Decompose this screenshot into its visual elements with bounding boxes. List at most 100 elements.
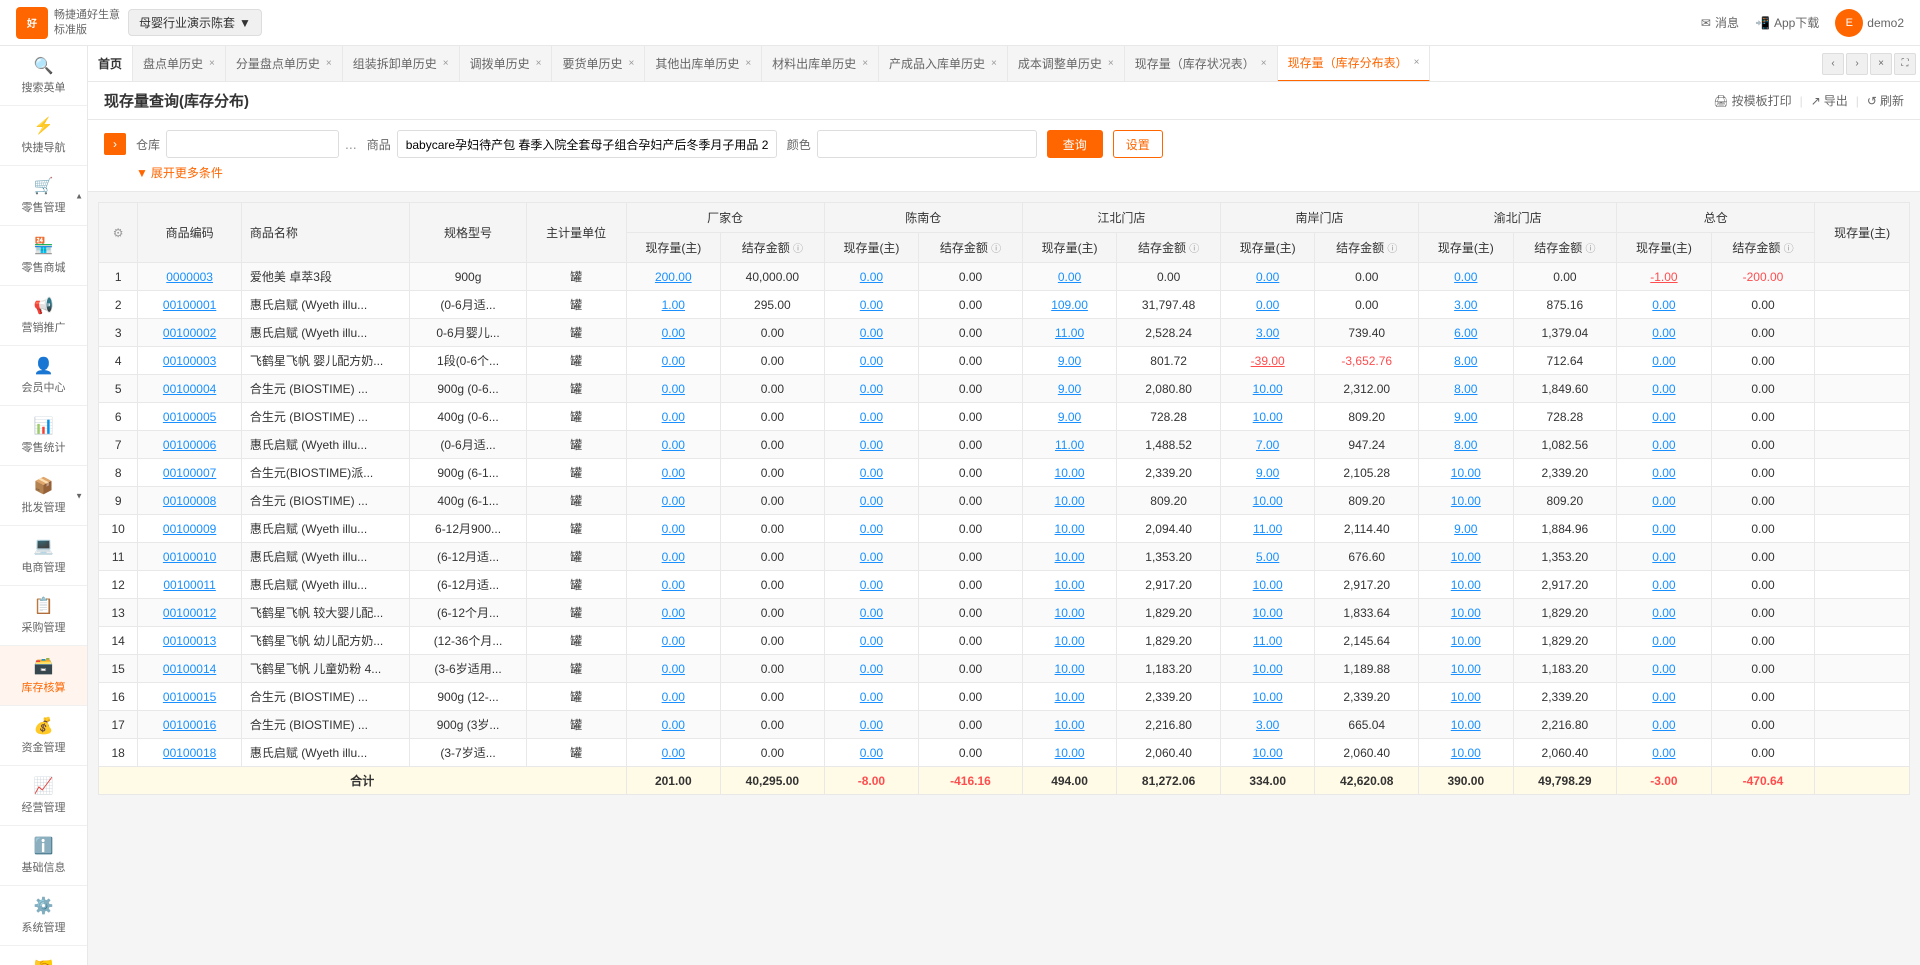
tab-cost-adjust[interactable]: 成本调整单历史 × [1008,46,1125,82]
sidebar-item-operations[interactable]: 📈 经营管理 [0,766,87,826]
refresh-btn[interactable]: ↺ 刷新 [1867,92,1904,109]
tab-close-icon[interactable]: × [326,58,332,69]
tab-close-all-btn[interactable]: × [1870,53,1892,75]
info-circle-icon[interactable]: ⓘ [793,244,803,255]
tab-close-icon[interactable]: × [991,58,997,69]
tab-transfer[interactable]: 调拨单历史 × [460,46,553,82]
cell-chennan-qty: 0.00 [824,347,919,375]
sidebar-item-collab[interactable]: 🤝 企业协同 [0,946,87,965]
tab-close-icon[interactable]: × [1414,57,1420,68]
sidebar-item-finance[interactable]: 💰 资金管理 [0,706,87,766]
sidebar-item-system[interactable]: ⚙️ 系统管理 [0,886,87,946]
cell-factory-amt: 295.00 [721,291,825,319]
sidebar-item-ecommerce[interactable]: 💻 电商管理 [0,526,87,586]
product-input[interactable] [397,130,777,158]
cell-num: 16 [99,683,138,711]
search-button[interactable]: 查询 [1047,130,1103,158]
cell-jiangbei-qty: 109.00 [1022,291,1117,319]
cell-name: 惠氏启赋 (Wyeth illu... [241,291,409,319]
cell-name: 飞鹤星飞帆 婴儿配方奶... [241,347,409,375]
sidebar-item-purchase[interactable]: 📋 采购管理 [0,586,87,646]
sub-header-chennan-amt: 结存金额 ⓘ [919,233,1023,263]
cell-chennan-qty: 0.00 [824,431,919,459]
sidebar-item-wholesale[interactable]: 📦 批发管理 ▼ [0,466,87,526]
cell-spec: (6-12个月... [410,599,527,627]
tab-close-icon[interactable]: × [1108,58,1114,69]
sidebar-item-inventory[interactable]: 🗃️ 库存核算 [0,646,87,706]
tab-stock-status[interactable]: 现存量（库存状况表） × [1125,46,1278,82]
sidebar-item-quicknav[interactable]: ⚡ 快捷导航 [0,106,87,166]
sidebar-item-mall[interactable]: 🏪 零售商城 [0,226,87,286]
cell-jiangbei-qty: 10.00 [1022,487,1117,515]
tab-close-icon[interactable]: × [209,58,215,69]
message-btn[interactable]: ✉ 消息 [1701,14,1739,31]
cell-chennan-qty: 0.00 [824,375,919,403]
cell-unit: 罐 [526,263,626,291]
tab-stock-distribution[interactable]: 现存量（库存分布表） × [1278,46,1431,82]
system-selector[interactable]: 母婴行业演示陈套 ▼ [128,9,262,36]
tab-partial-stocktake[interactable]: 分量盘点单历史 × [226,46,343,82]
sidebar-item-retail-mgmt[interactable]: 🛒 零售管理 ▲ [0,166,87,226]
summary-total-amt: -470.64 [1711,767,1815,795]
tab-outbound[interactable]: 其他出库单历史 × [645,46,762,82]
tab-assembly[interactable]: 组装拆卸单历史 × [343,46,460,82]
cell-total-amt: 0.00 [1711,599,1815,627]
tab-close-icon[interactable]: × [628,58,634,69]
cell-factory-qty: 0.00 [626,571,721,599]
tab-product-inbound[interactable]: 产成品入库单历史 × [879,46,1008,82]
tab-close-icon[interactable]: × [745,58,751,69]
tab-close-icon[interactable]: × [1261,58,1267,69]
table-scroll[interactable]: ⚙ 商品编码 商品名称 规格型号 主计量单位 厂家仓 陈南仓 江北门店 南岸门店… [98,202,1910,795]
tab-stocktake-history[interactable]: 盘点单历史 × [133,46,226,82]
info-circle-icon[interactable]: ⓘ [1784,244,1794,255]
tab-requisition[interactable]: 要货单历史 × [552,46,645,82]
info-circle-icon[interactable]: ⓘ [991,244,1001,255]
logo-text: 畅捷通好生意 标准版 [54,8,120,37]
col-header-jiangbei: 江北门店 [1022,203,1220,233]
tab-home[interactable]: 首页 [88,46,133,82]
info-icon: ℹ️ [34,836,54,856]
tab-material-outbound[interactable]: 材料出库单历史 × [762,46,879,82]
cell-chennan-amt: 0.00 [919,319,1023,347]
user-menu[interactable]: E demo2 [1835,9,1904,37]
sidebar-item-search[interactable]: 🔍 搜索英单 [0,46,87,106]
cell-unit: 罐 [526,683,626,711]
tab-close-icon[interactable]: × [443,58,449,69]
cell-name: 惠氏启赋 (Wyeth illu... [241,319,409,347]
cell-chennan-qty: 0.00 [824,627,919,655]
sidebar-item-retail-stats[interactable]: 📊 零售统计 [0,406,87,466]
cell-num: 9 [99,487,138,515]
warehouse-input[interactable] [166,130,339,158]
expand-more-btn[interactable]: ▼ 展开更多条件 [136,164,1904,181]
setting-button[interactable]: 设置 [1113,130,1163,158]
settings-icon[interactable]: ⚙ [113,226,124,240]
tab-prev-btn[interactable]: ‹ [1822,53,1844,75]
sidebar-item-marketing[interactable]: 📢 营销推广 [0,286,87,346]
sidebar-item-basic-info[interactable]: ℹ️ 基础信息 [0,826,87,886]
cell-factory-amt: 0.00 [721,487,825,515]
app-download-btn[interactable]: 📲 App下载 [1755,14,1819,31]
info-circle-icon[interactable]: ⓘ [1189,244,1199,255]
warehouse-dots-btn[interactable]: ... [345,136,357,152]
cell-num: 2 [99,291,138,319]
sub-header-yuanbei-qty: 现存量(主) [1419,233,1514,263]
cell-yuanbei-amt: 2,216.80 [1513,711,1617,739]
color-input[interactable] [817,130,1037,158]
cell-num: 18 [99,739,138,767]
tab-close-icon[interactable]: × [862,58,868,69]
cell-nanan-amt: 2,105.28 [1315,459,1419,487]
info-circle-icon[interactable]: ⓘ [1387,244,1397,255]
export-btn[interactable]: ↗ 导出 [1811,92,1848,109]
info-circle-icon[interactable]: ⓘ [1586,244,1596,255]
collapse-search-btn[interactable]: › [104,133,126,155]
tab-expand-btn[interactable]: ⛶ [1894,53,1916,75]
cell-extra [1815,347,1910,375]
sidebar-item-member[interactable]: 👤 会员中心 [0,346,87,406]
cell-factory-qty: 0.00 [626,543,721,571]
print-btn[interactable]: 🖨 按模板打印 [1713,92,1791,109]
tab-next-btn[interactable]: › [1846,53,1868,75]
cell-chennan-amt: 0.00 [919,431,1023,459]
tab-close-icon[interactable]: × [536,58,542,69]
cell-nanan-amt: 676.60 [1315,543,1419,571]
tab-bar: 首页 盘点单历史 × 分量盘点单历史 × 组装拆卸单历史 × 调拨单历史 × [88,46,1920,82]
